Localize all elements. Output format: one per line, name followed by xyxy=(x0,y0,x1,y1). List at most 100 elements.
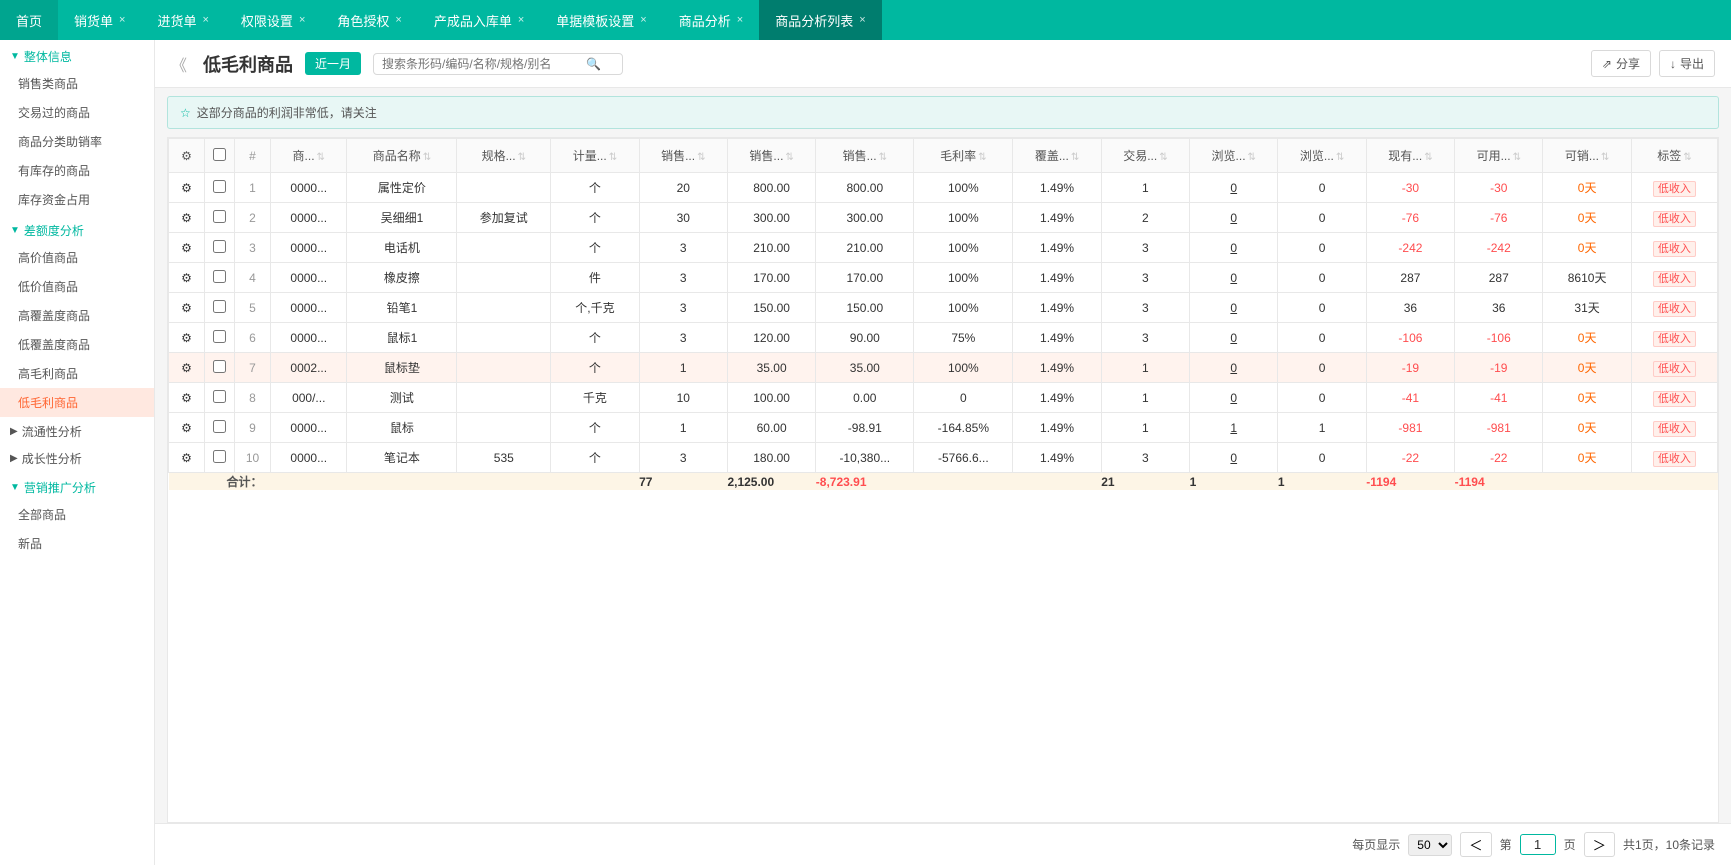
sidebar-group-marketing[interactable]: ▼ 营销推广分析 xyxy=(0,471,154,500)
col-tag[interactable]: 标签⇅ xyxy=(1631,139,1717,173)
row-checkbox[interactable] xyxy=(205,173,235,203)
row-browse1[interactable]: 0 xyxy=(1190,443,1278,473)
nav-sales[interactable]: 销货单 × xyxy=(58,0,141,40)
row-settings[interactable]: ⚙ xyxy=(169,353,205,383)
sidebar-group-circulation[interactable]: ▶ 流通性分析 xyxy=(0,417,154,444)
nav-role-auth[interactable]: 角色授权 × xyxy=(321,0,417,40)
sidebar-item-new-goods[interactable]: 新品 xyxy=(0,529,154,558)
row-checkbox[interactable] xyxy=(205,233,235,263)
close-icon[interactable]: × xyxy=(202,14,208,26)
row-settings[interactable]: ⚙ xyxy=(169,413,205,443)
col-current-stock[interactable]: 现有...⇅ xyxy=(1366,139,1454,173)
export-button[interactable]: ↓ 导出 xyxy=(1659,50,1715,77)
row-settings[interactable]: ⚙ xyxy=(169,173,205,203)
sidebar-item-low-margin[interactable]: 低毛利商品 xyxy=(0,388,154,417)
row-settings[interactable]: ⚙ xyxy=(169,293,205,323)
row-checkbox[interactable] xyxy=(205,203,235,233)
col-checkbox-all[interactable] xyxy=(205,139,235,173)
row-select-checkbox[interactable] xyxy=(213,270,226,283)
row-browse1[interactable]: 1 xyxy=(1190,413,1278,443)
row-select-checkbox[interactable] xyxy=(213,330,226,343)
nav-purchase[interactable]: 进货单 × xyxy=(141,0,224,40)
sidebar-item-stock-goods[interactable]: 有库存的商品 xyxy=(0,156,154,185)
sidebar-item-low-value[interactable]: 低价值商品 xyxy=(0,272,154,301)
row-browse1[interactable]: 0 xyxy=(1190,323,1278,353)
row-checkbox[interactable] xyxy=(205,413,235,443)
nav-home[interactable]: 首页 xyxy=(0,0,58,40)
row-settings[interactable]: ⚙ xyxy=(169,383,205,413)
col-browse1[interactable]: 浏览...⇅ xyxy=(1190,139,1278,173)
row-settings[interactable]: ⚙ xyxy=(169,323,205,353)
row-settings[interactable]: ⚙ xyxy=(169,263,205,293)
page-size-select[interactable]: 50 xyxy=(1408,834,1452,856)
next-page-button[interactable]: ＞ xyxy=(1584,832,1615,857)
nav-product-analysis[interactable]: 商品分析 × xyxy=(663,0,759,40)
row-select-checkbox[interactable] xyxy=(213,240,226,253)
row-browse1[interactable]: 0 xyxy=(1190,293,1278,323)
col-cover-rate[interactable]: 覆盖...⇅ xyxy=(1013,139,1101,173)
sidebar-item-high-value[interactable]: 高价值商品 xyxy=(0,243,154,272)
row-select-checkbox[interactable] xyxy=(213,450,226,463)
col-unit[interactable]: 计量...⇅ xyxy=(551,139,639,173)
close-icon[interactable]: × xyxy=(518,14,524,26)
page-number-input[interactable] xyxy=(1520,834,1556,855)
close-icon[interactable]: × xyxy=(737,14,743,26)
nav-product-in[interactable]: 产成品入库单 × xyxy=(418,0,540,40)
row-select-checkbox[interactable] xyxy=(213,360,226,373)
col-trade[interactable]: 交易...⇅ xyxy=(1101,139,1189,173)
row-select-checkbox[interactable] xyxy=(213,300,226,313)
close-icon[interactable]: × xyxy=(395,14,401,26)
col-sellable[interactable]: 可销...⇅ xyxy=(1543,139,1631,173)
col-spec[interactable]: 规格...⇅ xyxy=(457,139,551,173)
close-icon[interactable]: × xyxy=(859,14,865,26)
row-checkbox[interactable] xyxy=(205,293,235,323)
col-browse2[interactable]: 浏览...⇅ xyxy=(1278,139,1366,173)
col-available[interactable]: 可用...⇅ xyxy=(1455,139,1543,173)
collapse-sidebar-button[interactable]: 《 xyxy=(171,52,187,76)
share-button[interactable]: ⇗ 分享 xyxy=(1591,50,1651,77)
sidebar-item-category-rate[interactable]: 商品分类助销率 xyxy=(0,127,154,156)
row-select-checkbox[interactable] xyxy=(213,180,226,193)
row-checkbox[interactable] xyxy=(205,353,235,383)
row-checkbox[interactable] xyxy=(205,263,235,293)
row-browse1[interactable]: 0 xyxy=(1190,233,1278,263)
row-settings[interactable]: ⚙ xyxy=(169,203,205,233)
sidebar-group-overall[interactable]: ▼ 整体信息 xyxy=(0,40,154,69)
col-sales-qty[interactable]: 销售...⇅ xyxy=(639,139,727,173)
col-sales-amount[interactable]: 销售...⇅ xyxy=(816,139,914,173)
row-browse1[interactable]: 0 xyxy=(1190,383,1278,413)
row-browse1[interactable]: 0 xyxy=(1190,353,1278,383)
row-settings[interactable]: ⚙ xyxy=(169,233,205,263)
col-name[interactable]: 商品名称⇅ xyxy=(347,139,457,173)
close-icon[interactable]: × xyxy=(640,14,646,26)
row-checkbox[interactable] xyxy=(205,443,235,473)
sidebar-group-growth[interactable]: ▶ 成长性分析 xyxy=(0,444,154,471)
search-input[interactable] xyxy=(382,57,582,71)
select-all-checkbox[interactable] xyxy=(213,148,226,161)
row-select-checkbox[interactable] xyxy=(213,210,226,223)
col-settings[interactable]: ⚙ xyxy=(169,139,205,173)
row-checkbox[interactable] xyxy=(205,323,235,353)
sidebar-item-traded-goods[interactable]: 交易过的商品 xyxy=(0,98,154,127)
nav-permissions[interactable]: 权限设置 × xyxy=(225,0,321,40)
row-settings[interactable]: ⚙ xyxy=(169,443,205,473)
col-sales-price[interactable]: 销售...⇅ xyxy=(727,139,815,173)
sidebar-group-margin[interactable]: ▼ 差额度分析 xyxy=(0,214,154,243)
nav-product-analysis-list[interactable]: 商品分析列表 × xyxy=(759,0,881,40)
nav-template-settings[interactable]: 单据模板设置 × xyxy=(540,0,662,40)
row-browse1[interactable]: 0 xyxy=(1190,263,1278,293)
close-icon[interactable]: × xyxy=(119,14,125,26)
sidebar-item-all-goods[interactable]: 全部商品 xyxy=(0,500,154,529)
close-icon[interactable]: × xyxy=(299,14,305,26)
row-browse1[interactable]: 0 xyxy=(1190,203,1278,233)
sidebar-item-stock-capital[interactable]: 库存资金占用 xyxy=(0,185,154,214)
sidebar-item-low-coverage[interactable]: 低覆盖度商品 xyxy=(0,330,154,359)
sidebar-item-high-coverage[interactable]: 高覆盖度商品 xyxy=(0,301,154,330)
col-code[interactable]: 商...⇅ xyxy=(271,139,347,173)
sidebar-item-sales-goods[interactable]: 销售类商品 xyxy=(0,69,154,98)
date-range-button[interactable]: 近一月 xyxy=(305,52,361,75)
row-checkbox[interactable] xyxy=(205,383,235,413)
prev-page-button[interactable]: ＜ xyxy=(1460,832,1491,857)
row-select-checkbox[interactable] xyxy=(213,420,226,433)
row-select-checkbox[interactable] xyxy=(213,390,226,403)
